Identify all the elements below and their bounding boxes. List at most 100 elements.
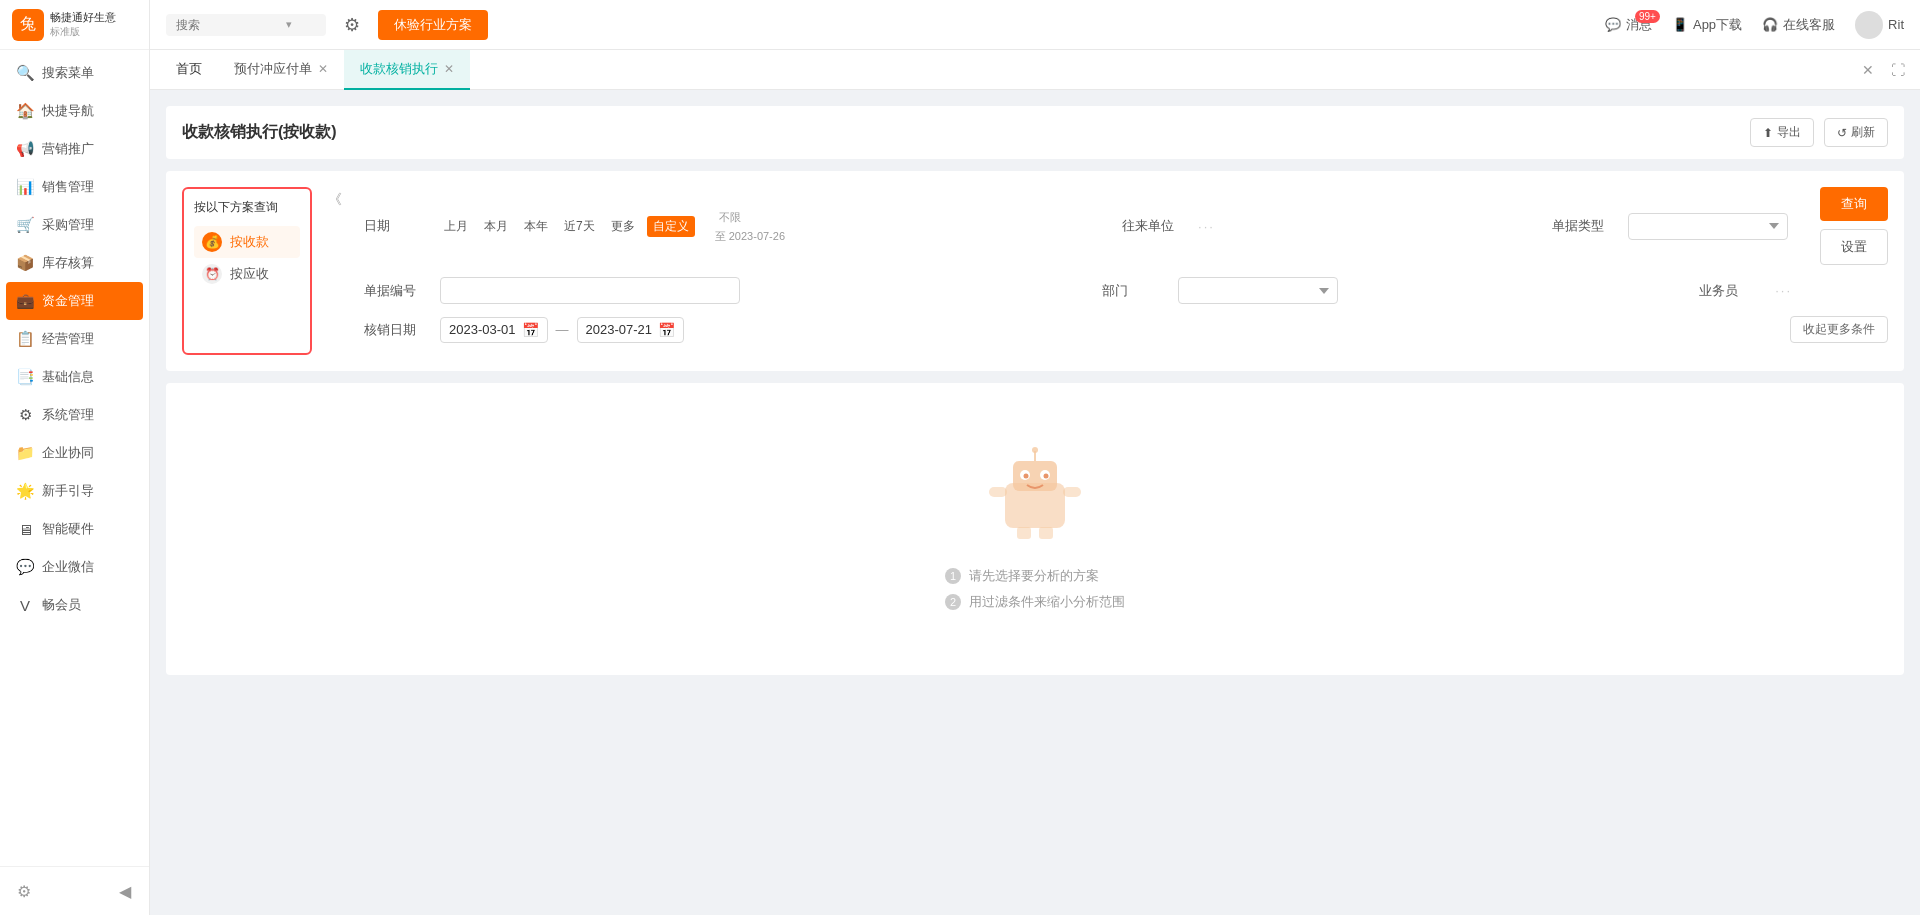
date-tab-7days[interactable]: 近7天: [560, 216, 599, 237]
sidebar-item-企业微信[interactable]: 💬 企业微信: [0, 548, 149, 586]
nav-icon: 🏠: [16, 102, 34, 120]
app-download-action[interactable]: 📱 App下载: [1672, 16, 1742, 34]
search-dropdown-icon[interactable]: ▾: [286, 18, 292, 31]
refresh-button[interactable]: ↺ 刷新: [1824, 118, 1888, 147]
nav-label: 畅会员: [42, 596, 81, 614]
empty-tip-2-text: 用过滤条件来缩小分析范围: [969, 589, 1125, 615]
nav-icon: 📁: [16, 444, 34, 462]
sidebar-item-基础信息[interactable]: 📑 基础信息: [0, 358, 149, 396]
filter-panel-collapse-btn[interactable]: 《: [328, 187, 348, 355]
tabbar-actions: ✕ ⛶: [1856, 58, 1910, 82]
empty-state: 1 请先选择要分析的方案 2 用过滤条件来缩小分析范围: [166, 383, 1904, 675]
search-box[interactable]: ▾: [166, 14, 326, 36]
nav-icon: ⚙: [16, 406, 34, 424]
filter-main: 日期 上月 本月 本年 近7天 更多 自定义 不限 至 2023-07-26: [364, 187, 1888, 355]
collapse-more-btn[interactable]: 收起更多条件: [1790, 316, 1888, 343]
sidebar-item-新手引导[interactable]: 🌟 新手引导: [0, 472, 149, 510]
user-name: Rit: [1888, 17, 1904, 32]
setting-button[interactable]: 设置: [1820, 229, 1888, 265]
svg-rect-11: [1063, 487, 1081, 497]
filter-sidebar: 按以下方案查询 💰 按收款 ⏰ 按应收: [182, 187, 312, 355]
sidebar-item-库存核算[interactable]: 📦 库存核算: [0, 244, 149, 282]
filter-option-by-receivable[interactable]: ⏰ 按应收: [194, 258, 300, 290]
counterparty-dots: ···: [1198, 219, 1215, 234]
app-logo: 兔 畅捷通好生意 标准版: [0, 0, 149, 50]
sidebar-bottom: ⚙ ◀: [0, 866, 149, 915]
filter-row-date: 日期 上月 本月 本年 近7天 更多 自定义 不限 至 2023-07-26: [364, 187, 1888, 265]
export-button[interactable]: ⬆ 导出: [1750, 118, 1814, 147]
verify-date-end-input[interactable]: 2023-07-21 📅: [577, 317, 685, 343]
nav-icon: 💬: [16, 558, 34, 576]
nav-label: 系统管理: [42, 406, 94, 424]
topbar-gear-icon[interactable]: ⚙: [336, 9, 368, 41]
sidebar-item-销售管理[interactable]: 📊 销售管理: [0, 168, 149, 206]
collapse-sidebar-icon[interactable]: ◀: [111, 877, 139, 905]
close-window-icon[interactable]: ✕: [1856, 58, 1880, 82]
topbar-right: 💬 消息 99+ 📱 App下载 🎧 在线客服 Rit: [1605, 11, 1904, 39]
tab-close-icon[interactable]: ✕: [444, 62, 454, 76]
counterparty-label: 往来单位: [1122, 217, 1182, 235]
date-tab-this-month[interactable]: 本月: [480, 216, 512, 237]
app-download-label: App下载: [1693, 16, 1742, 34]
topbar: ▾ ⚙ 休验行业方案 💬 消息 99+ 📱 App下载 🎧 在线客服 Rit: [150, 0, 1920, 50]
date-to-text: 至 2023-07-26: [715, 229, 785, 244]
message-action[interactable]: 💬 消息 99+: [1605, 16, 1652, 34]
page-content: 收款核销执行(按收款) ⬆ 导出 ↺ 刷新 按以下方案查询 💰 按收款: [150, 90, 1920, 915]
sidebar-item-资金管理[interactable]: 💼 资金管理: [6, 282, 143, 320]
page-header: 收款核销执行(按收款) ⬆ 导出 ↺ 刷新: [166, 106, 1904, 159]
verify-date-end-text: 2023-07-21: [586, 322, 653, 337]
nav-label: 智能硬件: [42, 520, 94, 538]
nav-icon: 📋: [16, 330, 34, 348]
topbar-left: ▾ ⚙ 休验行业方案: [166, 9, 488, 41]
logo-icon: 兔: [12, 9, 44, 41]
sidebar-item-系统管理[interactable]: ⚙ 系统管理: [0, 396, 149, 434]
dept-select[interactable]: [1178, 277, 1338, 304]
search-input[interactable]: [176, 18, 286, 32]
settings-icon[interactable]: ⚙: [10, 877, 38, 905]
date-tab-more[interactable]: 更多: [607, 216, 639, 237]
sidebar-item-畅会员[interactable]: V 畅会员: [0, 586, 149, 624]
nav-icon: 📦: [16, 254, 34, 272]
date-no-limit: 不限: [715, 208, 785, 227]
tabbar: 首页预付冲应付单✕收款核销执行✕ ✕ ⛶: [150, 50, 1920, 90]
tab-预付冲应付单[interactable]: 预付冲应付单✕: [218, 50, 344, 90]
phone-icon: 📱: [1672, 17, 1688, 32]
sidebar-item-快捷导航[interactable]: 🏠 快捷导航: [0, 92, 149, 130]
sidebar-item-智能硬件[interactable]: 🖥 智能硬件: [0, 510, 149, 548]
voucher-no-input[interactable]: [440, 277, 740, 304]
verify-date-start-text: 2023-03-01: [449, 322, 516, 337]
filter-option-by-receipt[interactable]: 💰 按收款: [194, 226, 300, 258]
svg-rect-1: [1013, 461, 1057, 491]
query-actions: 查询 设置: [1820, 187, 1888, 265]
nav-label: 企业协同: [42, 444, 94, 462]
svg-rect-9: [1039, 527, 1053, 539]
tab-收款核销执行[interactable]: 收款核销执行✕: [344, 50, 470, 90]
query-button[interactable]: 查询: [1820, 187, 1888, 221]
verify-date-start-input[interactable]: 2023-03-01 📅: [440, 317, 548, 343]
online-service-action[interactable]: 🎧 在线客服: [1762, 16, 1835, 34]
date-tab-this-year[interactable]: 本年: [520, 216, 552, 237]
sidebar-item-企业协同[interactable]: 📁 企业协同: [0, 434, 149, 472]
nav-icon: 🛒: [16, 216, 34, 234]
sidebar-item-经营管理[interactable]: 📋 经营管理: [0, 320, 149, 358]
voucher-type-select[interactable]: [1628, 213, 1788, 240]
user-profile[interactable]: Rit: [1855, 11, 1904, 39]
nav-icon: 🔍: [16, 64, 34, 82]
nav-label: 新手引导: [42, 482, 94, 500]
date-tab-custom[interactable]: 自定义: [647, 216, 695, 237]
filter-panel: 按以下方案查询 💰 按收款 ⏰ 按应收 《 日期 上月: [166, 171, 1904, 371]
sidebar-item-采购管理[interactable]: 🛒 采购管理: [0, 206, 149, 244]
sidebar-item-搜索菜单[interactable]: 🔍 搜索菜单: [0, 54, 149, 92]
sidebar-item-营销推广[interactable]: 📢 营销推广: [0, 130, 149, 168]
app-name: 畅捷通好生意: [50, 10, 116, 24]
industry-btn[interactable]: 休验行业方案: [378, 10, 488, 40]
nav-icon: 📊: [16, 178, 34, 196]
date-tab-last-month[interactable]: 上月: [440, 216, 472, 237]
svg-point-5: [1044, 474, 1049, 479]
sidebar: 兔 畅捷通好生意 标准版 🔍 搜索菜单 🏠 快捷导航 📢 营销推广 📊 销售管理…: [0, 0, 150, 915]
calendar-end-icon: 📅: [658, 322, 675, 338]
tab-首页[interactable]: 首页: [160, 50, 218, 90]
maximize-icon[interactable]: ⛶: [1886, 58, 1910, 82]
tab-close-icon[interactable]: ✕: [318, 62, 328, 76]
date-tabs: 上月 本月 本年 近7天 更多 自定义: [440, 216, 695, 237]
